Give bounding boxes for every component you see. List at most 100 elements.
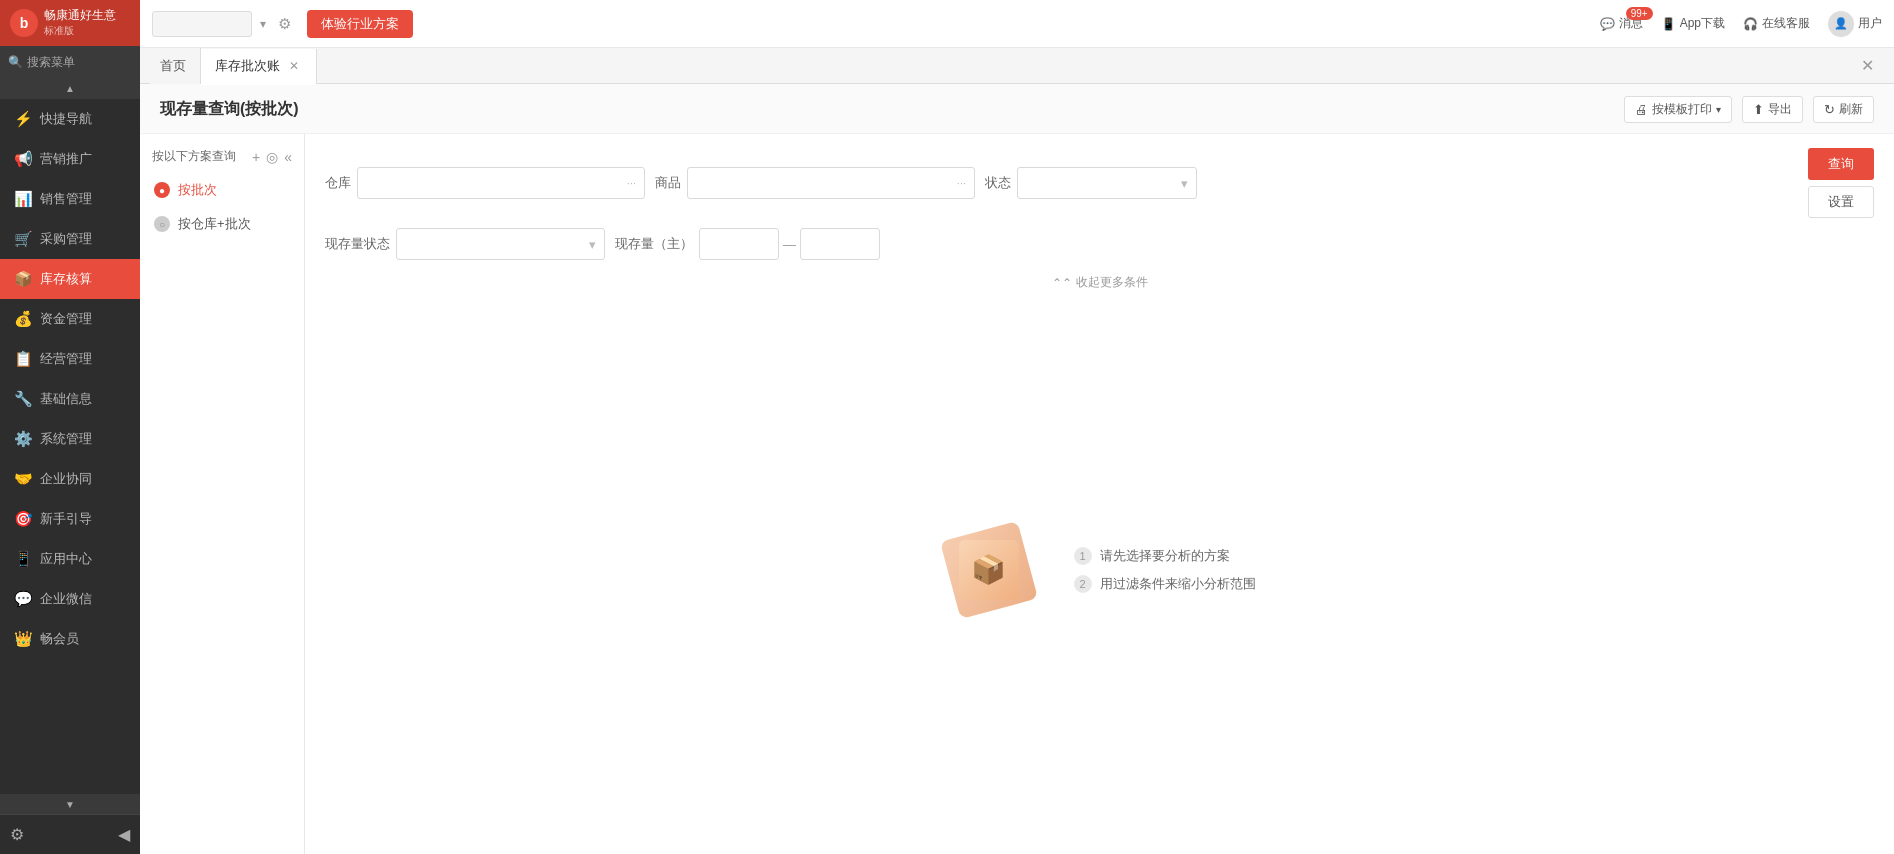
- hint-text-2: 用过滤条件来缩小分析范围: [1100, 575, 1256, 593]
- sidebar-item-label: 企业协同: [40, 470, 92, 488]
- empty-hint-1: 1 请先选择要分析的方案: [1074, 547, 1256, 565]
- online-service-btn[interactable]: 🎧 在线客服: [1743, 15, 1810, 32]
- tab-home[interactable]: 首页: [150, 48, 201, 84]
- sidebar-item-quick-nav[interactable]: ⚡ 快捷导航: [0, 99, 140, 139]
- print-btn[interactable]: 🖨 按模板打印 ▾: [1624, 96, 1732, 123]
- settings-footer-icon[interactable]: ⚙: [10, 825, 24, 844]
- sidebar-item-appstore[interactable]: 📱 应用中心: [0, 539, 140, 579]
- topbar-search-input[interactable]: [152, 11, 252, 37]
- user-menu[interactable]: 👤 用户: [1828, 11, 1882, 37]
- search-icon: 🔍: [8, 55, 23, 69]
- empty-state: 📦 1 请先选择要分析的方案 2 用过滤条件来缩小分析范围: [325, 299, 1874, 840]
- close-all-tabs-btn[interactable]: ✕: [1851, 48, 1884, 84]
- settings-button[interactable]: 设置: [1808, 186, 1874, 218]
- scheme-dot-red: ●: [154, 182, 170, 198]
- sidebar-item-enterprise[interactable]: 🤝 企业协同: [0, 459, 140, 499]
- scheme-by-batch[interactable]: ● 按批次: [140, 173, 304, 207]
- sidebar-item-label: 新手引导: [40, 510, 92, 528]
- trial-btn[interactable]: 体验行业方案: [307, 10, 413, 38]
- stock-quantity-max[interactable]: [800, 228, 880, 260]
- collapse-panel-btn[interactable]: «: [284, 149, 292, 165]
- product-label: 商品: [655, 174, 681, 192]
- export-icon: ⬆: [1753, 102, 1764, 117]
- sidebar-item-label: 应用中心: [40, 550, 92, 568]
- warehouse-filter: 仓库 ···: [325, 167, 645, 199]
- stock-status-label: 现存量状态: [325, 235, 390, 253]
- wechat-icon: 💬: [14, 590, 32, 608]
- sidebar-item-label: 畅会员: [40, 630, 79, 648]
- hint-num-2: 2: [1074, 575, 1092, 593]
- collapse-bar[interactable]: ⌃⌃ 收起更多条件: [325, 270, 1874, 299]
- message-icon: 💬: [1600, 17, 1615, 31]
- tab-batch-account[interactable]: 库存批次账 ✕: [201, 49, 317, 85]
- business-icon: 📋: [14, 350, 32, 368]
- app-download-btn[interactable]: 📱 App下载: [1661, 15, 1725, 32]
- topbar-gear-icon[interactable]: ⚙: [278, 15, 291, 33]
- hint-text-1: 请先选择要分析的方案: [1100, 547, 1230, 565]
- sidebar-item-marketing[interactable]: 📢 营销推广: [0, 139, 140, 179]
- collapse-sidebar-icon[interactable]: ◀: [118, 825, 130, 844]
- stock-status-chevron: ▾: [589, 237, 596, 252]
- tabbar: 首页 库存批次账 ✕ ✕: [140, 48, 1894, 84]
- enterprise-icon: 🤝: [14, 470, 32, 488]
- print-label: 按模板打印: [1652, 101, 1712, 118]
- stock-quantity-range: —: [699, 228, 895, 260]
- basic-icon: 🔧: [14, 390, 32, 408]
- settings-scheme-icon[interactable]: ◎: [266, 149, 278, 165]
- scroll-up-arrow[interactable]: ▲: [0, 79, 140, 99]
- content-area: 现存量查询(按批次) 🖨 按模板打印 ▾ ⬆ 导出 ↻ 刷新: [140, 84, 1894, 854]
- status-label: 状态: [985, 174, 1011, 192]
- sidebar-item-wechat[interactable]: 💬 企业微信: [0, 579, 140, 619]
- sidebar-search-label: 搜索菜单: [27, 54, 75, 71]
- scroll-down-arrow[interactable]: ▼: [0, 794, 140, 814]
- sidebar-item-label: 快捷导航: [40, 110, 92, 128]
- query-button[interactable]: 查询: [1808, 148, 1874, 180]
- scheme-by-warehouse-batch-label: 按仓库+批次: [178, 215, 251, 233]
- print-icon: 🖨: [1635, 102, 1648, 117]
- empty-hint-2: 2 用过滤条件来缩小分析范围: [1074, 575, 1256, 593]
- stock-status-select[interactable]: ▾: [396, 228, 605, 260]
- empty-box-inner: 📦: [959, 540, 1019, 600]
- sidebar-search[interactable]: 🔍 搜索菜单: [0, 46, 140, 79]
- sidebar-item-label: 基础信息: [40, 390, 92, 408]
- user-avatar: 👤: [1828, 11, 1854, 37]
- stock-quantity-min[interactable]: [699, 228, 779, 260]
- finance-icon: 💰: [14, 310, 32, 328]
- warehouse-input[interactable]: ···: [357, 167, 645, 199]
- page-header: 现存量查询(按批次) 🖨 按模板打印 ▾ ⬆ 导出 ↻ 刷新: [140, 84, 1894, 134]
- hint-num-1: 1: [1074, 547, 1092, 565]
- sidebar-item-sales[interactable]: 📊 销售管理: [0, 179, 140, 219]
- refresh-icon: ↻: [1824, 102, 1835, 117]
- quick-nav-icon: ⚡: [14, 110, 32, 128]
- tab-batch-account-label: 库存批次账: [215, 57, 280, 75]
- sidebar-item-label: 经营管理: [40, 350, 92, 368]
- right-panel: 仓库 ··· 商品 ··· 状态: [305, 134, 1894, 854]
- app-version: 标准版: [44, 24, 116, 38]
- scheme-by-warehouse-batch[interactable]: ○ 按仓库+批次: [140, 207, 304, 241]
- message-btn[interactable]: 💬 消息 99+: [1600, 15, 1643, 32]
- stock-quantity-label: 现存量（主）: [615, 235, 693, 253]
- sidebar-item-label: 销售管理: [40, 190, 92, 208]
- sidebar-item-business[interactable]: 📋 经营管理: [0, 339, 140, 379]
- marketing-icon: 📢: [14, 150, 32, 168]
- page-title: 现存量查询(按批次): [160, 99, 299, 120]
- sidebar-item-finance[interactable]: 💰 资金管理: [0, 299, 140, 339]
- empty-hints: 1 请先选择要分析的方案 2 用过滤条件来缩小分析范围: [1074, 547, 1256, 593]
- refresh-btn[interactable]: ↻ 刷新: [1813, 96, 1874, 123]
- topbar-chevron-icon[interactable]: ▾: [260, 17, 266, 31]
- status-select[interactable]: ▾: [1017, 167, 1197, 199]
- sidebar-item-system[interactable]: ⚙️ 系统管理: [0, 419, 140, 459]
- sidebar-item-basic[interactable]: 🔧 基础信息: [0, 379, 140, 419]
- product-input[interactable]: ···: [687, 167, 975, 199]
- add-scheme-icon[interactable]: +: [252, 149, 260, 165]
- scheme-dot-gray: ○: [154, 216, 170, 232]
- warehouse-label: 仓库: [325, 174, 351, 192]
- username-label: 用户: [1858, 15, 1882, 32]
- sidebar-item-newbie[interactable]: 🎯 新手引导: [0, 499, 140, 539]
- sidebar-item-member[interactable]: 👑 畅会员: [0, 619, 140, 659]
- export-btn[interactable]: ⬆ 导出: [1742, 96, 1803, 123]
- tab-close-btn[interactable]: ✕: [286, 58, 302, 74]
- sidebar-item-purchase[interactable]: 🛒 采购管理: [0, 219, 140, 259]
- main-area: ▾ ⚙ 体验行业方案 💬 消息 99+ 📱 App下载 🎧 在线客服 👤 用户: [140, 0, 1894, 854]
- sidebar-item-inventory[interactable]: 📦 库存核算: [0, 259, 140, 299]
